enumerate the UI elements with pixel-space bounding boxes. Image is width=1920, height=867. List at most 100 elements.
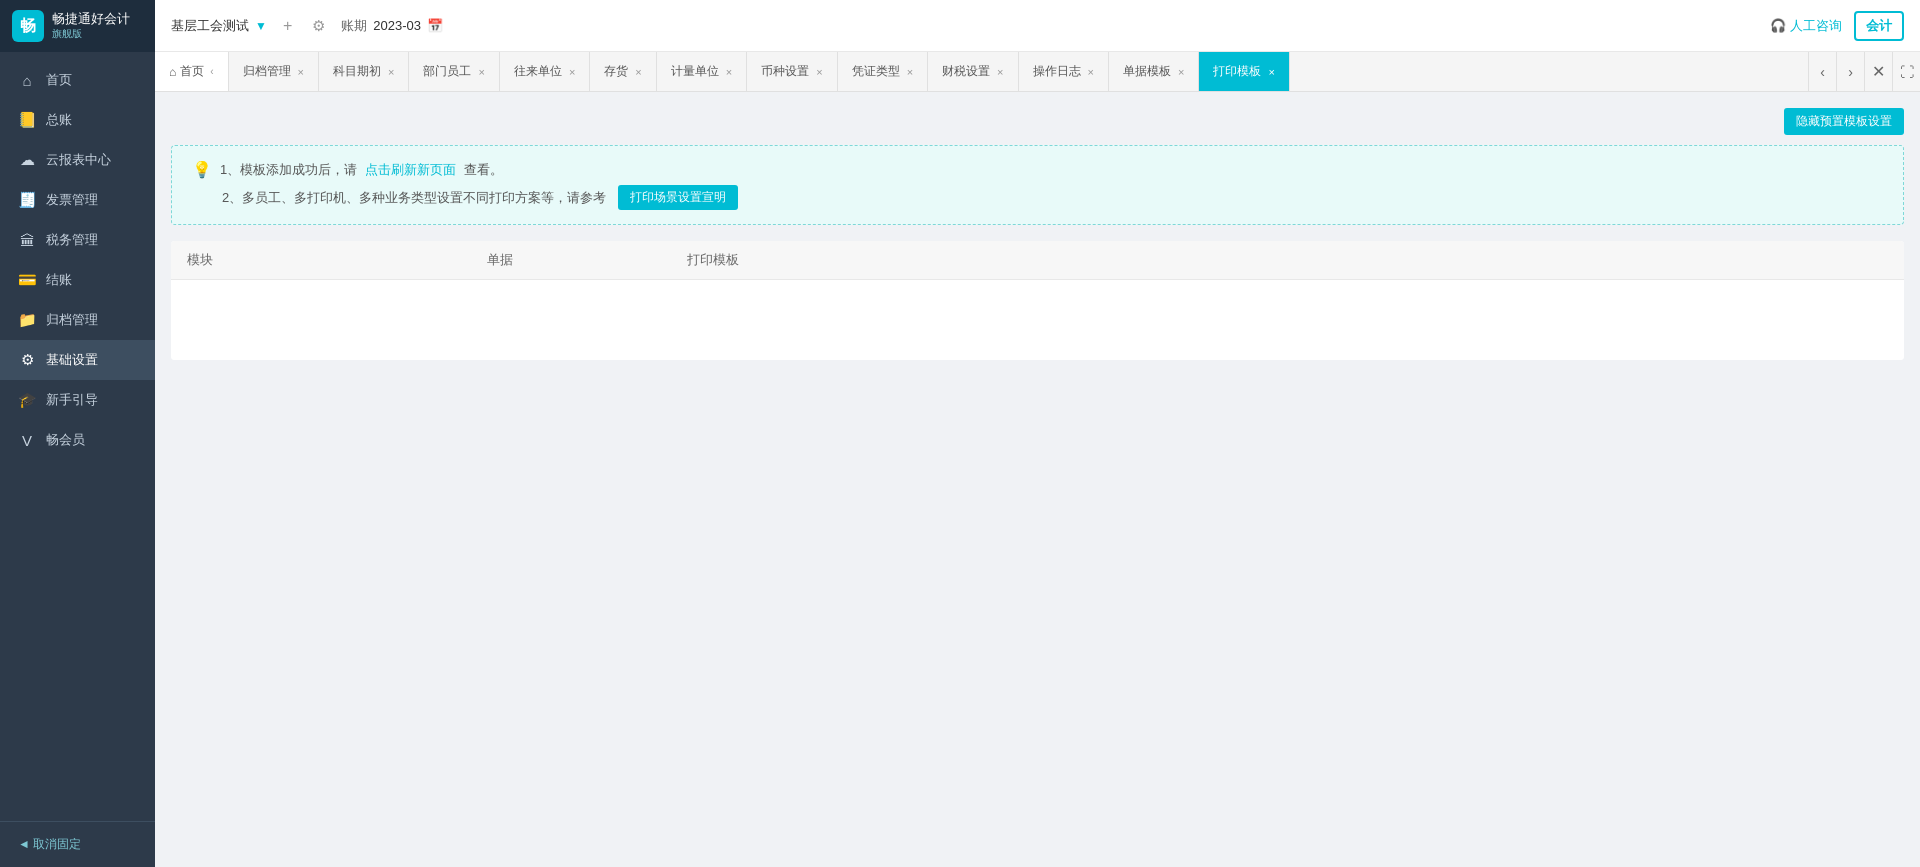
project-name: 基层工会测试 (171, 17, 249, 35)
reports-icon: ☁ (18, 151, 36, 169)
home-tab-label: 首页 (180, 63, 204, 80)
tab-label: 计量单位 (671, 63, 719, 80)
topbar-add-btn[interactable]: + (279, 13, 296, 39)
sidebar-label-archive: 归档管理 (46, 311, 98, 329)
tab-单据模板[interactable]: 单据模板 × (1109, 52, 1199, 91)
tab-label: 归档管理 (243, 63, 291, 80)
sidebar-item-ledger[interactable]: 📒总账 (0, 100, 155, 140)
ledger-icon: 📒 (18, 111, 36, 129)
tab-币种设置[interactable]: 币种设置× (747, 52, 837, 91)
member-icon: V (18, 432, 36, 449)
period-label: 账期 (341, 17, 367, 35)
tab-label: 往来单位 (514, 63, 562, 80)
tab-计量单位[interactable]: 计量单位 × (657, 52, 747, 91)
sidebar-menu: ⌂ 首页 📒总账☁云报表中心 🧾 发票管理 🏛 税务管理 💳结账 📁 归档管理 ⚙ 基础设置 🎓 新手引导… (0, 52, 155, 821)
tab-close-icon[interactable]: × (816, 66, 822, 78)
tab-财税设置[interactable]: 财税设置 × (928, 52, 1018, 91)
topbar: 基层工会测试 ▼ + ⚙ 账期 2023-03 📅 🎧 人工咨询 会计 (155, 0, 1920, 52)
app-logo-text: 畅捷通好会计 旗舰版 (52, 11, 130, 41)
tab-close-icon[interactable]: × (997, 66, 1003, 78)
tab-label: 部门员工 (423, 63, 471, 80)
sidebar-item-member[interactable]: V 畅会员 (0, 420, 155, 460)
tab-label: 单据模板 (1123, 63, 1171, 80)
print-scene-btn[interactable]: 打印场景设置宣明 (618, 185, 738, 210)
tab-close-icon[interactable]: × (478, 66, 484, 78)
tab-label: 凭证类型 (852, 63, 900, 80)
tabs-nav-left[interactable]: ‹ (1808, 52, 1836, 91)
invoice-icon: 🧾 (18, 191, 36, 209)
topbar-right: 🎧 人工咨询 会计 (1770, 11, 1904, 41)
tax-icon: 🏛 (18, 232, 36, 249)
sidebar-label-checkout: 结账 (46, 271, 72, 289)
archive-icon: 📁 (18, 311, 36, 329)
kuaiji-button[interactable]: 会计 (1854, 11, 1904, 41)
col-template-header: 打印模板 (687, 251, 1888, 269)
tab-打印模板[interactable]: 打印模板 × (1199, 52, 1289, 91)
tab-label: 财税设置 (942, 63, 990, 80)
topbar-project[interactable]: 基层工会测试 ▼ (171, 17, 267, 35)
tab-往来单位[interactable]: 往来单位 × (500, 52, 590, 91)
tab-label: 操作日志 (1033, 63, 1081, 80)
tabs-nav-right[interactable]: › (1836, 52, 1864, 91)
info-bulb-icon: 💡 (192, 160, 212, 179)
tab-操作日志[interactable]: 操作日志 × (1019, 52, 1109, 91)
tab-close-icon[interactable]: × (569, 66, 575, 78)
col-voucher-header: 单据 (487, 251, 687, 269)
service-button[interactable]: 🎧 人工咨询 (1770, 17, 1842, 35)
tab-close-icon[interactable]: × (907, 66, 913, 78)
sidebar-item-archive[interactable]: 📁 归档管理 (0, 300, 155, 340)
table-body (171, 280, 1904, 360)
tab-部门员工[interactable]: 部门员工 × (409, 52, 499, 91)
tab-close-icon[interactable]: × (298, 66, 304, 78)
tab-label: 科目期初 (333, 63, 381, 80)
info-box: 💡 1、模板添加成功后，请 点击刷新新页面 查看。 2、多员工、多打印机、多种业… (171, 145, 1904, 225)
tab-close-icon[interactable]: × (1088, 66, 1094, 78)
topbar-gear-btn[interactable]: ⚙ (308, 13, 329, 39)
sidebar: 畅 畅捷通好会计 旗舰版 ⌂ 首页 📒总账☁云报表中心 🧾 发票管理 🏛 税务管理 💳结账 📁 归… (0, 0, 155, 867)
sidebar-label-tax: 税务管理 (46, 231, 98, 249)
hide-template-btn[interactable]: 隐藏预置模板设置 (1784, 108, 1904, 135)
tabs-bar: ⌂ 首页 ‹ 归档管理×科目期初×部门员工×往来单位×存货×计量单位×币种设置×… (155, 52, 1920, 92)
sidebar-label-member: 畅会员 (46, 431, 85, 449)
table-header: 模块 单据 打印模板 (171, 241, 1904, 280)
guide-icon: 🎓 (18, 391, 36, 409)
sidebar-item-home[interactable]: ⌂ 首页 (0, 60, 155, 100)
tabs-close-all[interactable]: ✕ (1864, 52, 1892, 91)
sidebar-label-home: 首页 (46, 71, 72, 89)
tabs-expand[interactable]: ⛶ (1892, 52, 1920, 91)
app-logo-icon: 畅 (12, 10, 44, 42)
home-icon: ⌂ (169, 65, 176, 79)
tab-凭证类型[interactable]: 凭证类型 × (838, 52, 928, 91)
col-module-header: 模块 (187, 251, 487, 269)
tab-home[interactable]: ⌂ 首页 ‹ (155, 52, 229, 91)
content-area: 隐藏预置模板设置 💡 1、模板添加成功后，请 点击刷新新页面 查看。 2、多员工… (155, 92, 1920, 867)
sidebar-item-checkout[interactable]: 💳结账 (0, 260, 155, 300)
tab-科目期初[interactable]: 科目期初 × (319, 52, 409, 91)
tab-close-icon[interactable]: × (635, 66, 641, 78)
tab-归档管理[interactable]: 归档管理 × (229, 52, 319, 91)
sidebar-label-guide: 新手引导 (46, 391, 98, 409)
sidebar-item-tax[interactable]: 🏛 税务管理 (0, 220, 155, 260)
info-refresh-link[interactable]: 点击刷新新页面 (365, 161, 456, 179)
data-table: 模块 单据 打印模板 (171, 241, 1904, 360)
sidebar-item-settings[interactable]: ⚙ 基础设置 (0, 340, 155, 380)
sidebar-logo: 畅 畅捷通好会计 旗舰版 (0, 0, 155, 52)
tab-close-icon[interactable]: × (1178, 66, 1184, 78)
sidebar-item-guide[interactable]: 🎓 新手引导 (0, 380, 155, 420)
topbar-period: 账期 2023-03 📅 (341, 17, 443, 35)
sidebar-item-reports[interactable]: ☁云报表中心 (0, 140, 155, 180)
calendar-icon[interactable]: 📅 (427, 18, 443, 33)
sidebar-label-invoice: 发票管理 (46, 191, 98, 209)
sidebar-label-settings: 基础设置 (46, 351, 98, 369)
settings-icon: ⚙ (18, 351, 36, 369)
home-icon: ⌂ (18, 72, 36, 89)
sidebar-item-invoice[interactable]: 🧾 发票管理 (0, 180, 155, 220)
sidebar-footer[interactable]: ◄ 取消固定 (0, 821, 155, 867)
tab-close-icon[interactable]: × (726, 66, 732, 78)
tab-close-icon[interactable]: × (388, 66, 394, 78)
headset-icon: 🎧 (1770, 18, 1786, 33)
tab-存货[interactable]: 存货× (590, 52, 656, 91)
tab-close-icon[interactable]: × (1268, 66, 1274, 78)
tab-label: 打印模板 (1213, 63, 1261, 80)
info-line2-text: 2、多员工、多打印机、多种业务类型设置不同打印方案等，请参考 (222, 189, 606, 207)
